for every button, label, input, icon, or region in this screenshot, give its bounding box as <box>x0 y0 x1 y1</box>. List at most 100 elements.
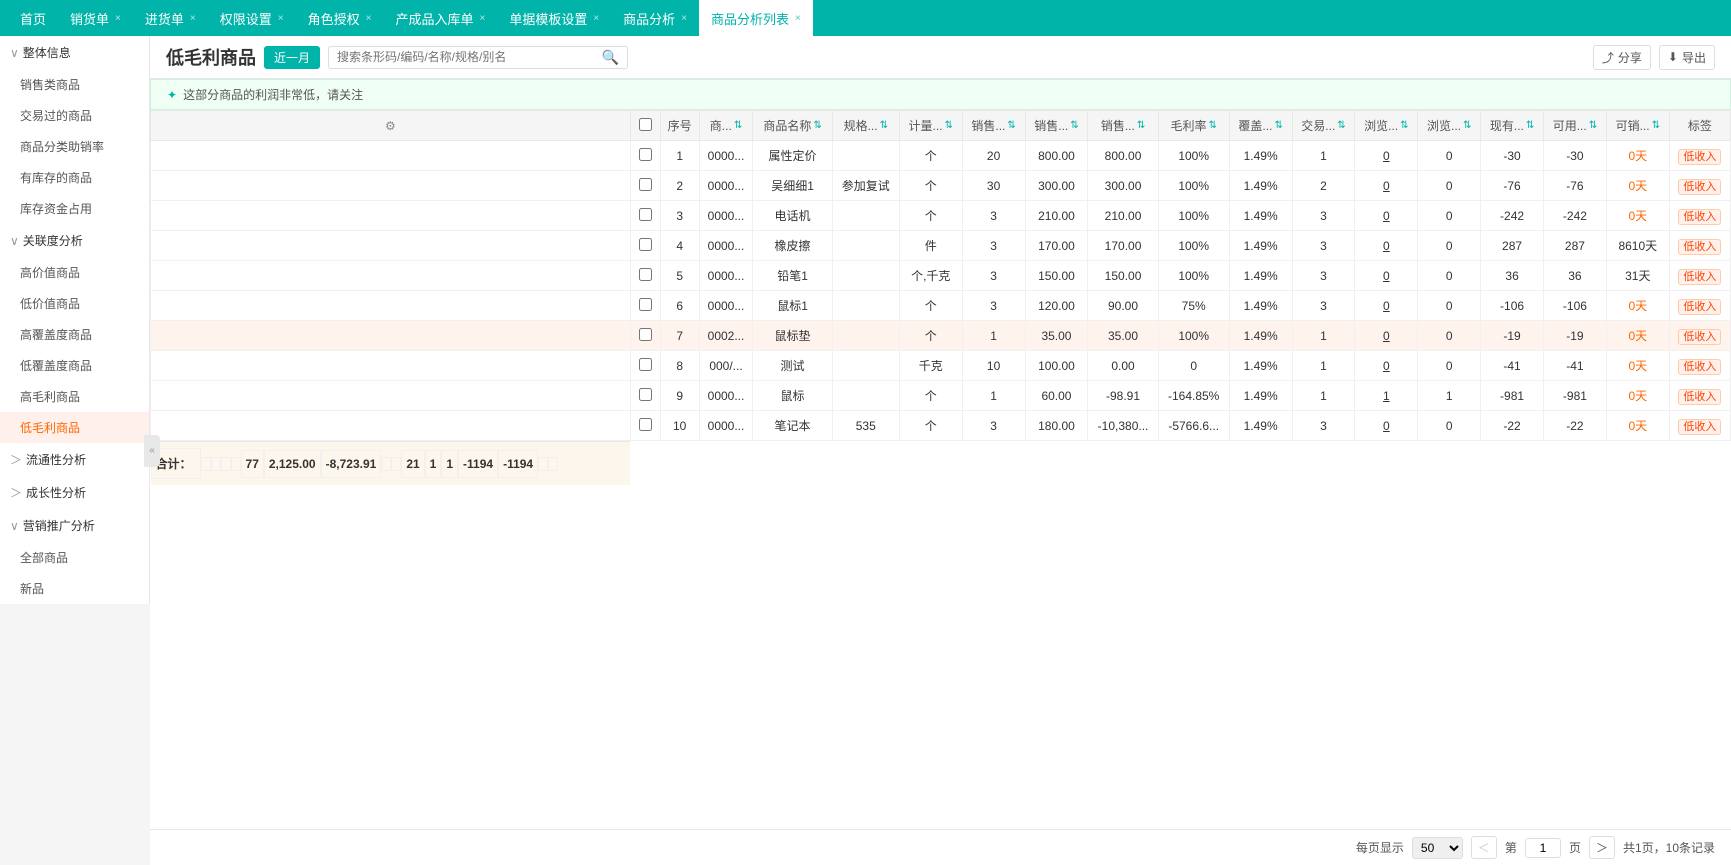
close-icon[interactable]: × <box>115 13 121 24</box>
view1-link[interactable]: 0 <box>1383 329 1390 343</box>
sidebar-item-category-rate[interactable]: 商品分类助销率 <box>0 131 149 162</box>
nav-item-product-in[interactable]: 产成品入库单 × <box>383 0 497 36</box>
view1-link[interactable]: 1 <box>1383 389 1390 403</box>
export-button[interactable]: ⬇ 导出 <box>1659 45 1715 70</box>
row-checkbox[interactable] <box>639 418 652 431</box>
view1-link[interactable]: 0 <box>1383 299 1390 313</box>
gross-margin-column-header[interactable]: 毛利率⇅ <box>1158 111 1229 141</box>
view1-cell[interactable]: 1 <box>1355 381 1418 411</box>
view1-link[interactable]: 0 <box>1383 209 1390 223</box>
view1-cell[interactable]: 0 <box>1355 171 1418 201</box>
prev-page-button[interactable]: ＜ <box>1471 836 1497 859</box>
settings-icon[interactable]: ⚙ <box>385 119 396 133</box>
checkbox-cell[interactable] <box>630 171 660 201</box>
row-checkbox[interactable] <box>639 208 652 221</box>
page-number-input[interactable] <box>1525 838 1561 858</box>
checkbox-cell[interactable] <box>630 201 660 231</box>
checkbox-cell[interactable] <box>630 381 660 411</box>
unit-column-header[interactable]: 计量...⇅ <box>899 111 962 141</box>
sidebar-item-low-coverage[interactable]: 低覆盖度商品 <box>0 350 149 381</box>
nav-item-analysis[interactable]: 商品分析 × <box>611 0 699 36</box>
view1-cell[interactable]: 0 <box>1355 411 1418 441</box>
sales3-column-header[interactable]: 销售...⇅ <box>1088 111 1158 141</box>
sidebar-item-stock-capital[interactable]: 库存资金占用 <box>0 193 149 224</box>
view1-cell[interactable]: 0 <box>1355 201 1418 231</box>
nav-item-roles[interactable]: 角色授权 × <box>296 0 384 36</box>
available-column-header[interactable]: 可用...⇅ <box>1544 111 1607 141</box>
transaction-column-header[interactable]: 交易...⇅ <box>1292 111 1355 141</box>
checkbox-cell[interactable] <box>630 231 660 261</box>
view1-link[interactable]: 0 <box>1383 419 1390 433</box>
sidebar-group-overall[interactable]: ∨ 整体信息 <box>0 36 149 69</box>
sidebar-item-sales-products[interactable]: 销售类商品 <box>0 69 149 100</box>
view1-link[interactable]: 0 <box>1383 179 1390 193</box>
checkbox-cell[interactable] <box>630 261 660 291</box>
close-icon[interactable]: × <box>593 13 599 24</box>
row-checkbox[interactable] <box>639 238 652 251</box>
close-icon[interactable]: × <box>479 13 485 24</box>
select-all-checkbox[interactable] <box>639 118 652 131</box>
sidebar-group-growth[interactable]: ＞ 成长性分析 <box>0 476 149 509</box>
sidebar-item-new-products[interactable]: 新品 <box>0 573 149 604</box>
sidebar-item-low-value[interactable]: 低价值商品 <box>0 288 149 319</box>
page-size-select[interactable]: 50 100 <box>1412 837 1463 859</box>
view1-cell[interactable]: 0 <box>1355 141 1418 171</box>
row-checkbox[interactable] <box>639 268 652 281</box>
row-checkbox[interactable] <box>639 148 652 161</box>
nav-item-sales[interactable]: 销货单 × <box>58 0 133 36</box>
checkbox-cell[interactable] <box>630 291 660 321</box>
nav-item-analysis-list[interactable]: 商品分析列表 × <box>699 0 813 36</box>
next-page-button[interactable]: ＞ <box>1589 836 1615 859</box>
checkbox-cell[interactable] <box>630 321 660 351</box>
row-checkbox[interactable] <box>639 328 652 341</box>
close-icon[interactable]: × <box>681 13 687 24</box>
view1-column-header[interactable]: 浏览...⇅ <box>1355 111 1418 141</box>
checkbox-column-header[interactable] <box>630 111 660 141</box>
share-button[interactable]: ⤴ 分享 <box>1593 45 1651 70</box>
settings-column-header[interactable]: ⚙ <box>151 111 631 141</box>
view1-cell[interactable]: 0 <box>1355 321 1418 351</box>
sidebar-item-traded-products[interactable]: 交易过的商品 <box>0 100 149 131</box>
checkbox-cell[interactable] <box>630 141 660 171</box>
sales1-column-header[interactable]: 销售...⇅ <box>962 111 1025 141</box>
sidebar-item-high-coverage[interactable]: 高覆盖度商品 <box>0 319 149 350</box>
current-column-header[interactable]: 现有...⇅ <box>1481 111 1544 141</box>
nav-item-template[interactable]: 单据模板设置 × <box>497 0 611 36</box>
checkbox-cell[interactable] <box>630 411 660 441</box>
view1-cell[interactable]: 0 <box>1355 261 1418 291</box>
close-icon[interactable]: × <box>366 13 372 24</box>
code-column-header[interactable]: 商...⇅ <box>699 111 753 141</box>
nav-item-permissions[interactable]: 权限设置 × <box>208 0 296 36</box>
sidebar-item-high-margin[interactable]: 高毛利商品 <box>0 381 149 412</box>
nav-item-purchase[interactable]: 进货单 × <box>133 0 208 36</box>
search-input[interactable] <box>337 50 602 64</box>
view1-link[interactable]: 0 <box>1383 149 1390 163</box>
row-checkbox[interactable] <box>639 358 652 371</box>
sidebar-group-association[interactable]: ∨ 关联度分析 <box>0 224 149 257</box>
sidebar-group-marketing[interactable]: ∨ 营销推广分析 <box>0 509 149 542</box>
view1-link[interactable]: 0 <box>1383 269 1390 283</box>
spec-column-header[interactable]: 规格...⇅ <box>832 111 899 141</box>
salable-column-header[interactable]: 可销...⇅ <box>1606 111 1669 141</box>
sidebar-collapse-button[interactable]: « <box>144 435 160 467</box>
sidebar-item-high-value[interactable]: 高价值商品 <box>0 257 149 288</box>
view1-cell[interactable]: 0 <box>1355 351 1418 381</box>
close-icon[interactable]: × <box>278 13 284 24</box>
row-checkbox[interactable] <box>639 388 652 401</box>
sidebar-item-low-margin[interactable]: 低毛利商品 <box>0 412 149 443</box>
view1-link[interactable]: 0 <box>1383 239 1390 253</box>
row-checkbox[interactable] <box>639 178 652 191</box>
view1-cell[interactable]: 0 <box>1355 231 1418 261</box>
name-column-header[interactable]: 商品名称⇅ <box>753 111 832 141</box>
sales2-column-header[interactable]: 销售...⇅ <box>1025 111 1088 141</box>
coverage-column-header[interactable]: 覆盖...⇅ <box>1229 111 1292 141</box>
sidebar-item-all-products[interactable]: 全部商品 <box>0 542 149 573</box>
sidebar-item-stock-products[interactable]: 有库存的商品 <box>0 162 149 193</box>
close-icon[interactable]: × <box>190 13 196 24</box>
nav-item-home[interactable]: 首页 <box>8 0 58 36</box>
sidebar-group-liquidity[interactable]: ＞ 流通性分析 <box>0 443 149 476</box>
view1-cell[interactable]: 0 <box>1355 291 1418 321</box>
close-icon[interactable]: × <box>795 13 801 24</box>
checkbox-cell[interactable] <box>630 351 660 381</box>
row-checkbox[interactable] <box>639 298 652 311</box>
